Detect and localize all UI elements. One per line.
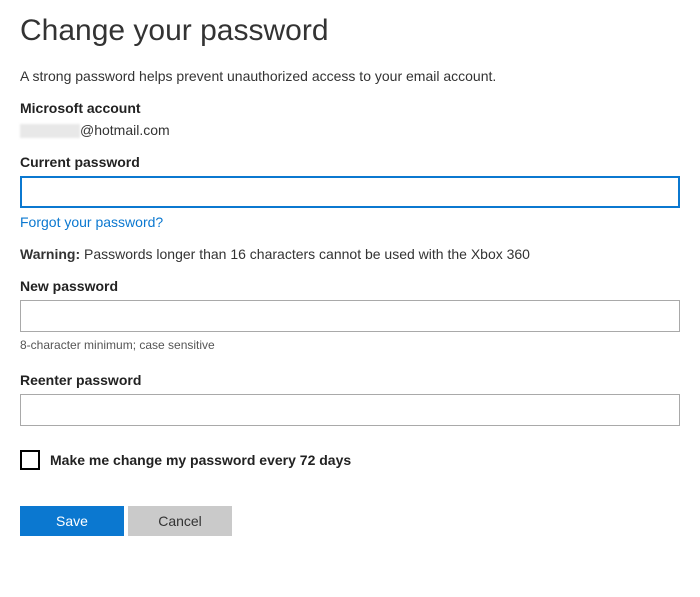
account-email: @hotmail.com bbox=[20, 122, 682, 138]
forgot-password-link[interactable]: Forgot your password? bbox=[20, 214, 163, 230]
warning-body: Passwords longer than 16 characters cann… bbox=[80, 246, 530, 262]
change-every-72-days-row[interactable]: Make me change my password every 72 days bbox=[20, 450, 682, 470]
reenter-password-label: Reenter password bbox=[20, 372, 682, 388]
reenter-password-section: Reenter password bbox=[20, 372, 682, 426]
page-title: Change your password bbox=[20, 14, 682, 48]
current-password-label: Current password bbox=[20, 154, 682, 170]
warning-text: Warning: Passwords longer than 16 charac… bbox=[20, 246, 682, 262]
account-section: Microsoft account @hotmail.com bbox=[20, 100, 682, 138]
account-label: Microsoft account bbox=[20, 100, 682, 116]
button-row: Save Cancel bbox=[20, 506, 682, 536]
change-every-72-days-checkbox[interactable] bbox=[20, 450, 40, 470]
new-password-section: New password 8-character minimum; case s… bbox=[20, 278, 682, 352]
account-email-redacted bbox=[20, 124, 80, 138]
new-password-hint: 8-character minimum; case sensitive bbox=[20, 338, 682, 352]
current-password-input[interactable] bbox=[20, 176, 680, 208]
save-button[interactable]: Save bbox=[20, 506, 124, 536]
change-every-72-days-label[interactable]: Make me change my password every 72 days bbox=[50, 452, 351, 468]
new-password-label: New password bbox=[20, 278, 682, 294]
current-password-section: Current password Forgot your password? bbox=[20, 154, 682, 232]
reenter-password-input[interactable] bbox=[20, 394, 680, 426]
new-password-input[interactable] bbox=[20, 300, 680, 332]
account-email-suffix: @hotmail.com bbox=[80, 122, 170, 138]
warning-prefix: Warning: bbox=[20, 246, 80, 262]
description-text: A strong password helps prevent unauthor… bbox=[20, 68, 682, 84]
cancel-button[interactable]: Cancel bbox=[128, 506, 232, 536]
